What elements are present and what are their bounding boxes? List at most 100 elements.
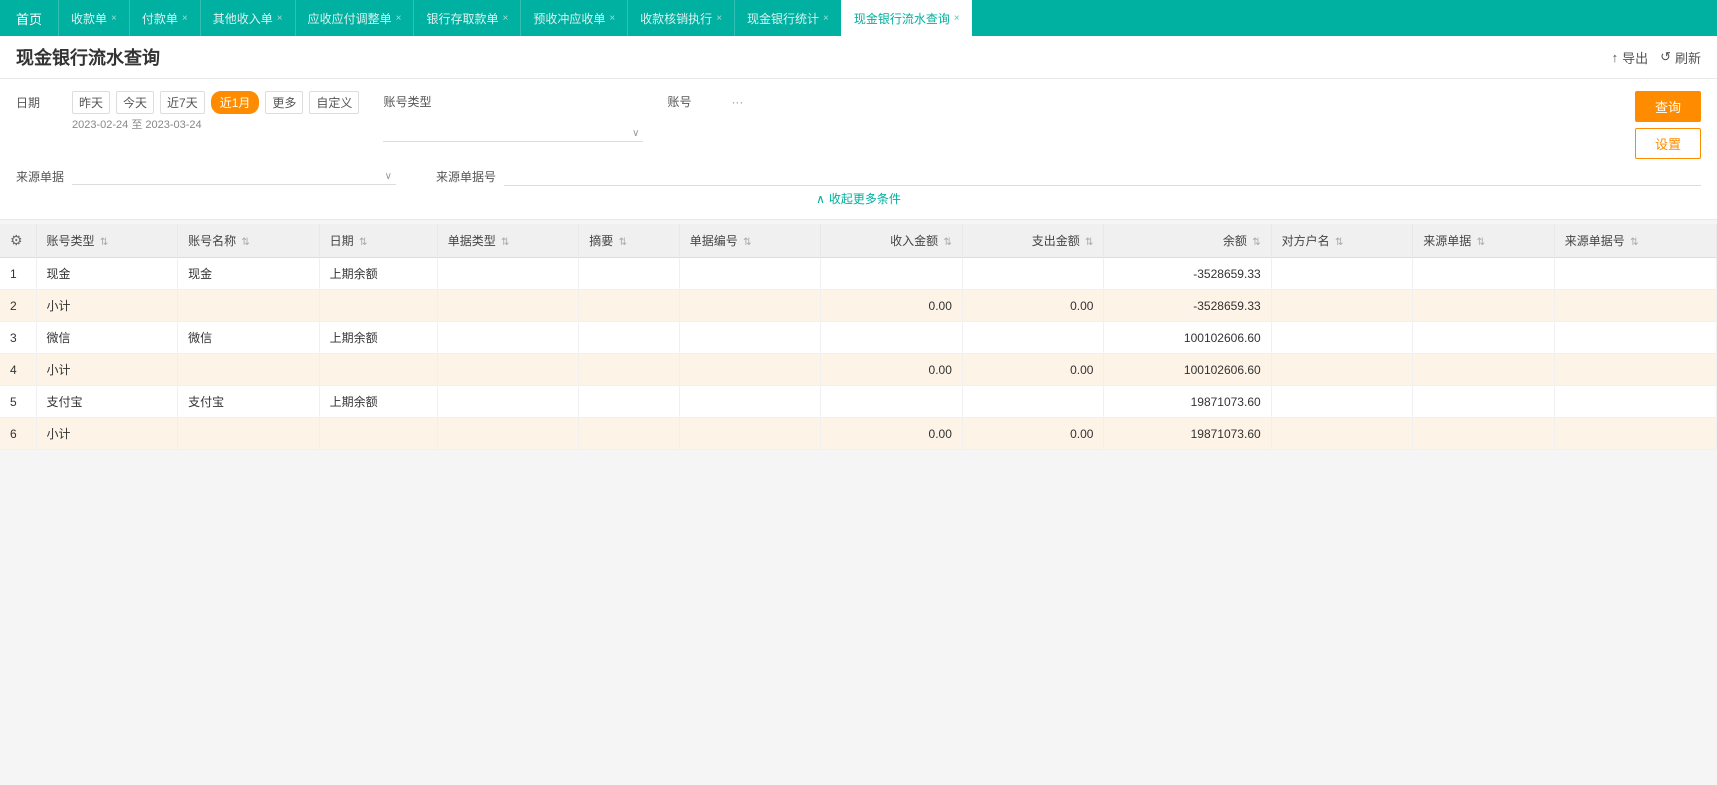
- sort-icon: ⇅: [100, 237, 108, 248]
- refresh-icon: ↺: [1660, 49, 1671, 65]
- export-button[interactable]: ↑ 导出: [1612, 48, 1649, 67]
- source-doc-label: 来源单据: [16, 168, 64, 185]
- chevron-down-icon: ∨: [632, 128, 639, 139]
- sort-icon: ⇅: [241, 237, 249, 248]
- td-account-name: 支付宝: [178, 386, 320, 418]
- td-summary: [579, 258, 680, 290]
- date-btn-more[interactable]: 更多: [265, 91, 303, 114]
- td-doc-no: [679, 354, 821, 386]
- nav-tab-bank-deposit[interactable]: 银行存取款单 ×: [413, 0, 520, 36]
- td-balance: -3528659.33: [1104, 258, 1271, 290]
- td-account-type: 小计: [36, 418, 178, 450]
- close-icon[interactable]: ×: [502, 13, 508, 24]
- td-counterparty: [1271, 290, 1413, 322]
- close-icon[interactable]: ×: [609, 13, 615, 24]
- td-source-doc: [1413, 354, 1555, 386]
- date-btn-1month[interactable]: 近1月: [211, 91, 260, 114]
- td-row-no: 6: [0, 418, 36, 450]
- account-type-select[interactable]: ∨: [383, 126, 643, 142]
- td-doc-type: [437, 258, 579, 290]
- td-source-doc-no: [1554, 258, 1716, 290]
- td-row-no: 5: [0, 386, 36, 418]
- date-btn-7days[interactable]: 近7天: [160, 91, 205, 114]
- th-source-doc[interactable]: 来源单据 ⇅: [1413, 224, 1555, 258]
- date-btn-today[interactable]: 今天: [116, 91, 154, 114]
- td-summary: [579, 386, 680, 418]
- th-doc-type[interactable]: 单据类型 ⇅: [437, 224, 579, 258]
- settings-button[interactable]: 设置: [1635, 128, 1701, 159]
- td-expense: [962, 322, 1104, 354]
- nav-tab-receipt-verify[interactable]: 收款核销执行 ×: [627, 0, 734, 36]
- th-counterparty[interactable]: 对方户名 ⇅: [1271, 224, 1413, 258]
- td-account-name: [178, 354, 320, 386]
- sort-icon: ⇅: [743, 237, 751, 248]
- account-type-label: 账号类型: [383, 93, 431, 110]
- date-btn-custom[interactable]: 自定义: [309, 91, 359, 114]
- td-row-no: 4: [0, 354, 36, 386]
- nav-tab-payments[interactable]: 付款单 ×: [129, 0, 200, 36]
- th-income[interactable]: 收入金额 ⇅: [821, 224, 963, 258]
- close-icon[interactable]: ×: [182, 13, 188, 24]
- th-account-name[interactable]: 账号名称 ⇅: [178, 224, 320, 258]
- source-doc-select[interactable]: ∨: [72, 169, 396, 185]
- close-icon[interactable]: ×: [716, 13, 722, 24]
- date-range-display: 2023-02-24 至 2023-03-24: [72, 116, 202, 132]
- close-icon[interactable]: ×: [954, 13, 960, 24]
- td-balance: 100102606.60: [1104, 322, 1271, 354]
- sort-icon: ⇅: [1335, 237, 1343, 248]
- td-account-type: 小计: [36, 290, 178, 322]
- td-counterparty: [1271, 354, 1413, 386]
- td-account-type: 支付宝: [36, 386, 178, 418]
- close-icon[interactable]: ×: [823, 13, 829, 24]
- account-ellipsis-btn[interactable]: ···: [731, 95, 743, 109]
- td-doc-type: [437, 322, 579, 354]
- date-options: 昨天 今天 近7天 近1月 更多 自定义: [72, 91, 359, 114]
- td-source-doc-no: [1554, 322, 1716, 354]
- nav-tab-other-income[interactable]: 其他收入单 ×: [200, 0, 295, 36]
- td-income: [821, 386, 963, 418]
- date-filter-label: 日期: [16, 94, 56, 111]
- nav-tab-cash-flow[interactable]: 现金银行流水查询 ×: [841, 0, 972, 36]
- sort-icon: ⇅: [1477, 237, 1485, 248]
- query-button[interactable]: 查询: [1635, 91, 1701, 122]
- close-icon[interactable]: ×: [111, 13, 117, 24]
- th-balance[interactable]: 余额 ⇅: [1104, 224, 1271, 258]
- close-icon[interactable]: ×: [277, 13, 283, 24]
- th-gear: ⚙: [0, 224, 36, 258]
- td-summary: [579, 418, 680, 450]
- td-doc-no: [679, 418, 821, 450]
- th-source-doc-no[interactable]: 来源单据号 ⇅: [1554, 224, 1716, 258]
- sort-icon: ⇅: [943, 237, 951, 248]
- th-expense[interactable]: 支出金额 ⇅: [962, 224, 1104, 258]
- table-row: 1现金现金上期余额-3528659.33: [0, 258, 1717, 290]
- page-title: 现金银行流水查询: [16, 44, 160, 70]
- date-btn-yesterday[interactable]: 昨天: [72, 91, 110, 114]
- table-row: 4小计0.000.00100102606.60: [0, 354, 1717, 386]
- th-date[interactable]: 日期 ⇅: [319, 224, 437, 258]
- nav-tab-cash-stats[interactable]: 现金银行统计 ×: [734, 0, 841, 36]
- td-doc-no: [679, 322, 821, 354]
- td-date: [319, 290, 437, 322]
- collapse-button[interactable]: ∧ 收起更多条件: [816, 190, 901, 207]
- td-doc-type: [437, 386, 579, 418]
- nav-home[interactable]: 首页: [0, 0, 58, 36]
- nav-tab-receipts[interactable]: 收款单 ×: [58, 0, 129, 36]
- th-summary[interactable]: 摘要 ⇅: [579, 224, 680, 258]
- top-navigation: 首页 收款单 × 付款单 × 其他收入单 × 应收应付调整单 × 银行存取款单 …: [0, 0, 1717, 36]
- export-icon: ↑: [1612, 50, 1619, 65]
- source-doc-num-label: 来源单据号: [436, 168, 496, 185]
- td-expense: [962, 258, 1104, 290]
- nav-tab-ap-ar-adjust[interactable]: 应收应付调整单 ×: [295, 0, 414, 36]
- source-doc-num-input[interactable]: [504, 167, 1701, 186]
- td-doc-no: [679, 258, 821, 290]
- th-account-type[interactable]: 账号类型 ⇅: [36, 224, 178, 258]
- td-income: [821, 258, 963, 290]
- th-doc-no[interactable]: 单据编号 ⇅: [679, 224, 821, 258]
- refresh-button[interactable]: ↺ 刷新: [1660, 48, 1701, 67]
- close-icon[interactable]: ×: [396, 13, 402, 24]
- td-account-type: 现金: [36, 258, 178, 290]
- td-income: 0.00: [821, 290, 963, 322]
- sort-icon: ⇅: [359, 237, 367, 248]
- nav-tab-prepayment[interactable]: 预收冲应收单 ×: [520, 0, 627, 36]
- gear-icon[interactable]: ⚙: [10, 232, 23, 248]
